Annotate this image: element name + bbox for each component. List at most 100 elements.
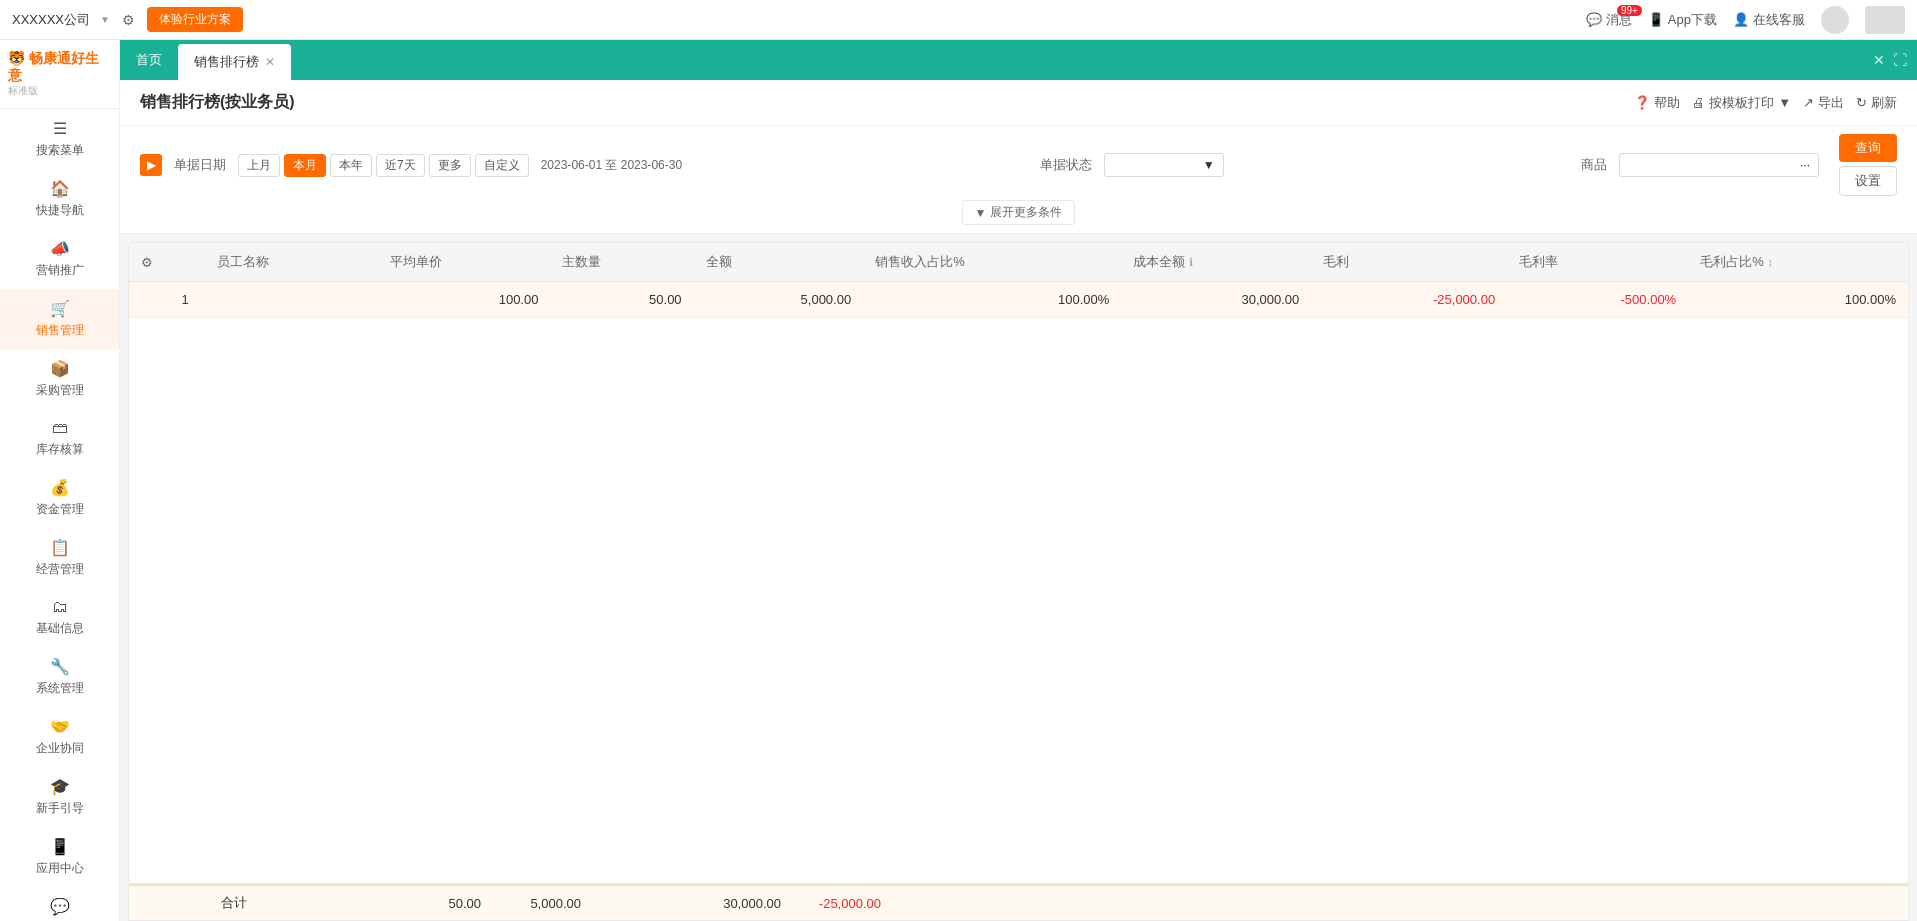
sidebar-item-system[interactable]: 🔧 系统管理 [0, 647, 119, 707]
sidebar-item-label: 销售管理 [36, 322, 84, 339]
sidebar-item-finance[interactable]: 💰 资金管理 [0, 468, 119, 528]
marketing-icon: 📣 [50, 239, 70, 258]
date-btn-this-month[interactable]: 本月 [284, 154, 326, 177]
sidebar-item-enterprise-collab[interactable]: 🤝 企业协同 [0, 707, 119, 767]
settings-button[interactable]: 设置 [1839, 166, 1897, 196]
tab-sales-ranking[interactable]: 销售排行榜 ✕ [178, 44, 291, 80]
newbie-icon: 🎓 [50, 777, 70, 796]
sidebar-item-label: 系统管理 [36, 680, 84, 697]
tab-bar: 首页 销售排行榜 ✕ ✕ ⛶ [120, 40, 1917, 80]
footer-amount: 5,000.00 [481, 896, 581, 911]
date-btn-last-month[interactable]: 上月 [238, 154, 280, 177]
date-btn-custom[interactable]: 自定义 [475, 154, 529, 177]
enterprise-collab-icon: 🤝 [50, 717, 70, 736]
sidebar-item-label: 搜索菜单 [36, 142, 84, 159]
logo-title: 🐯 畅康通好生意 [8, 50, 111, 84]
status-select-arrow: ▼ [1203, 158, 1215, 172]
app-download[interactable]: 📱 App下载 [1648, 11, 1717, 29]
cell-amount: 5,000.00 [694, 282, 864, 318]
sidebar-item-marketing[interactable]: 📣 营销推广 [0, 229, 119, 289]
date-filter-label: 单据日期 [174, 156, 226, 174]
help-button[interactable]: ❓ 帮助 [1634, 94, 1680, 112]
refresh-button[interactable]: ↻ 刷新 [1856, 94, 1897, 112]
close-window-icon[interactable]: ✕ [1873, 52, 1885, 68]
cell-gross: -25,000.00 [1311, 282, 1507, 318]
cell-gross-rate: -500.00% [1507, 282, 1688, 318]
cell-avg-price: 100.00 [378, 282, 551, 318]
user-name-area[interactable] [1865, 6, 1905, 34]
sidebar-item-inventory[interactable]: 🗃 库存核算 [0, 409, 119, 468]
online-svc-label: 在线客服 [1753, 11, 1805, 29]
expand-button[interactable]: ▼ 展开更多条件 [962, 200, 1076, 225]
page-title-row: 销售排行榜(按业务员) ❓ 帮助 🖨 按模板打印 ▼ ↗ [140, 92, 1897, 113]
status-select[interactable]: ▼ [1104, 153, 1224, 177]
date-btn-this-year[interactable]: 本年 [330, 154, 372, 177]
goods-select[interactable]: ··· [1619, 153, 1819, 177]
sidebar-item-enterprise-wx[interactable]: 💬 企业微信 [0, 887, 119, 921]
filter-row-1: ▶ 单据日期 上月 本月 本年 近7天 更多 自定义 2023-06-01 至 … [140, 134, 1897, 196]
date-btn-more[interactable]: 更多 [429, 154, 471, 177]
company-name: XXXXXX公司 [12, 11, 90, 29]
sidebar-item-search-order[interactable]: ☰ 搜索菜单 [0, 109, 119, 169]
sidebar-item-newbie[interactable]: 🎓 新手引导 [0, 767, 119, 827]
sidebar-item-purchase[interactable]: 📦 采购管理 [0, 349, 119, 409]
sidebar-item-label: 企业协同 [36, 740, 84, 757]
message-badge: 99+ [1617, 5, 1642, 16]
template-print-button[interactable]: 🖨 按模板打印 ▼ [1692, 94, 1791, 112]
maximize-icon[interactable]: ⛶ [1893, 52, 1907, 68]
date-btn-7days[interactable]: 近7天 [376, 154, 425, 177]
col-header-qty: 主数量 [550, 243, 693, 282]
sidebar-item-label: 营销推广 [36, 262, 84, 279]
export-icon: ↗ [1803, 95, 1814, 110]
col-header-settings[interactable]: ⚙ [129, 243, 165, 282]
message-area[interactable]: 💬 消息 99+ [1586, 11, 1632, 29]
topbar-settings-icon[interactable]: ⚙ [122, 12, 135, 28]
print-dropdown-icon: ▼ [1778, 95, 1791, 110]
system-icon: 🔧 [50, 657, 70, 676]
filter-toggle-icon[interactable]: ▶ [140, 154, 162, 176]
page-actions: ❓ 帮助 🖨 按模板打印 ▼ ↗ 导出 ↻ [1634, 94, 1897, 112]
tab-home[interactable]: 首页 [120, 40, 178, 80]
sidebar-item-label: 经营管理 [36, 561, 84, 578]
main-layout: 🐯 畅康通好生意 标准版 ☰ 搜索菜单 🏠 快捷导航 📣 营销推广 🛒 销售管理… [0, 40, 1917, 921]
export-button[interactable]: ↗ 导出 [1803, 94, 1844, 112]
online-svc-icon: 👤 [1733, 12, 1749, 27]
topbar-right: 💬 消息 99+ 📱 App下载 👤 在线客服 [1586, 6, 1905, 34]
operations-icon: 📋 [50, 538, 70, 557]
message-icon: 💬 [1586, 12, 1602, 27]
search-order-icon: ☰ [53, 119, 67, 138]
sidebar-item-app-center[interactable]: 📱 应用中心 [0, 827, 119, 887]
col-header-gross-pct: 毛利占比% ↕ [1688, 243, 1908, 282]
query-button[interactable]: 查询 [1839, 134, 1897, 162]
sidebar: 🐯 畅康通好生意 标准版 ☰ 搜索菜单 🏠 快捷导航 📣 营销推广 🛒 销售管理… [0, 40, 120, 921]
sidebar-item-operations[interactable]: 📋 经营管理 [0, 528, 119, 588]
avatar[interactable] [1821, 6, 1849, 34]
online-service[interactable]: 👤 在线客服 [1733, 11, 1805, 29]
table-area: ⚙ 员工名称 平均单价 主数量 [128, 242, 1909, 884]
logo-tag: 标准版 [8, 84, 38, 98]
tab-close-icon[interactable]: ✕ [265, 55, 275, 69]
cost-info-icon[interactable]: ℹ [1189, 256, 1193, 268]
sidebar-item-label: 采购管理 [36, 382, 84, 399]
cell-cost: 30,000.00 [1121, 282, 1311, 318]
col-header-sales-pct: 销售收入占比% [863, 243, 1121, 282]
app-center-icon: 📱 [50, 837, 70, 856]
col-header-amount: 全额 [694, 243, 864, 282]
trial-button[interactable]: 体验行业方案 [147, 7, 243, 32]
sidebar-item-quick-nav[interactable]: 🏠 快捷导航 [0, 169, 119, 229]
sidebar-item-base-info[interactable]: 🗂 基础信息 [0, 588, 119, 647]
content-area: 首页 销售排行榜 ✕ ✕ ⛶ 销售排行榜(按业务员) ❓ 帮助 [120, 40, 1917, 921]
company-dropdown-icon[interactable]: ▼ [100, 14, 110, 25]
page-header: 销售排行榜(按业务员) ❓ 帮助 🖨 按模板打印 ▼ ↗ [120, 80, 1917, 126]
col-header-rank [165, 243, 205, 282]
sidebar-item-label: 应用中心 [36, 860, 84, 877]
footer-label: 合计 [221, 894, 321, 912]
sidebar-item-sales[interactable]: 🛒 销售管理 [0, 289, 119, 349]
app-dl-label: App下载 [1668, 11, 1717, 29]
goods-more-icon: ··· [1800, 158, 1810, 172]
page-content: 销售排行榜(按业务员) ❓ 帮助 🖨 按模板打印 ▼ ↗ [120, 80, 1917, 921]
app-dl-icon: 📱 [1648, 12, 1664, 27]
expand-row: ▼ 展开更多条件 [140, 196, 1897, 225]
gross-pct-sort-icon[interactable]: ↕ [1767, 256, 1773, 268]
col-settings-icon: ⚙ [141, 255, 153, 270]
